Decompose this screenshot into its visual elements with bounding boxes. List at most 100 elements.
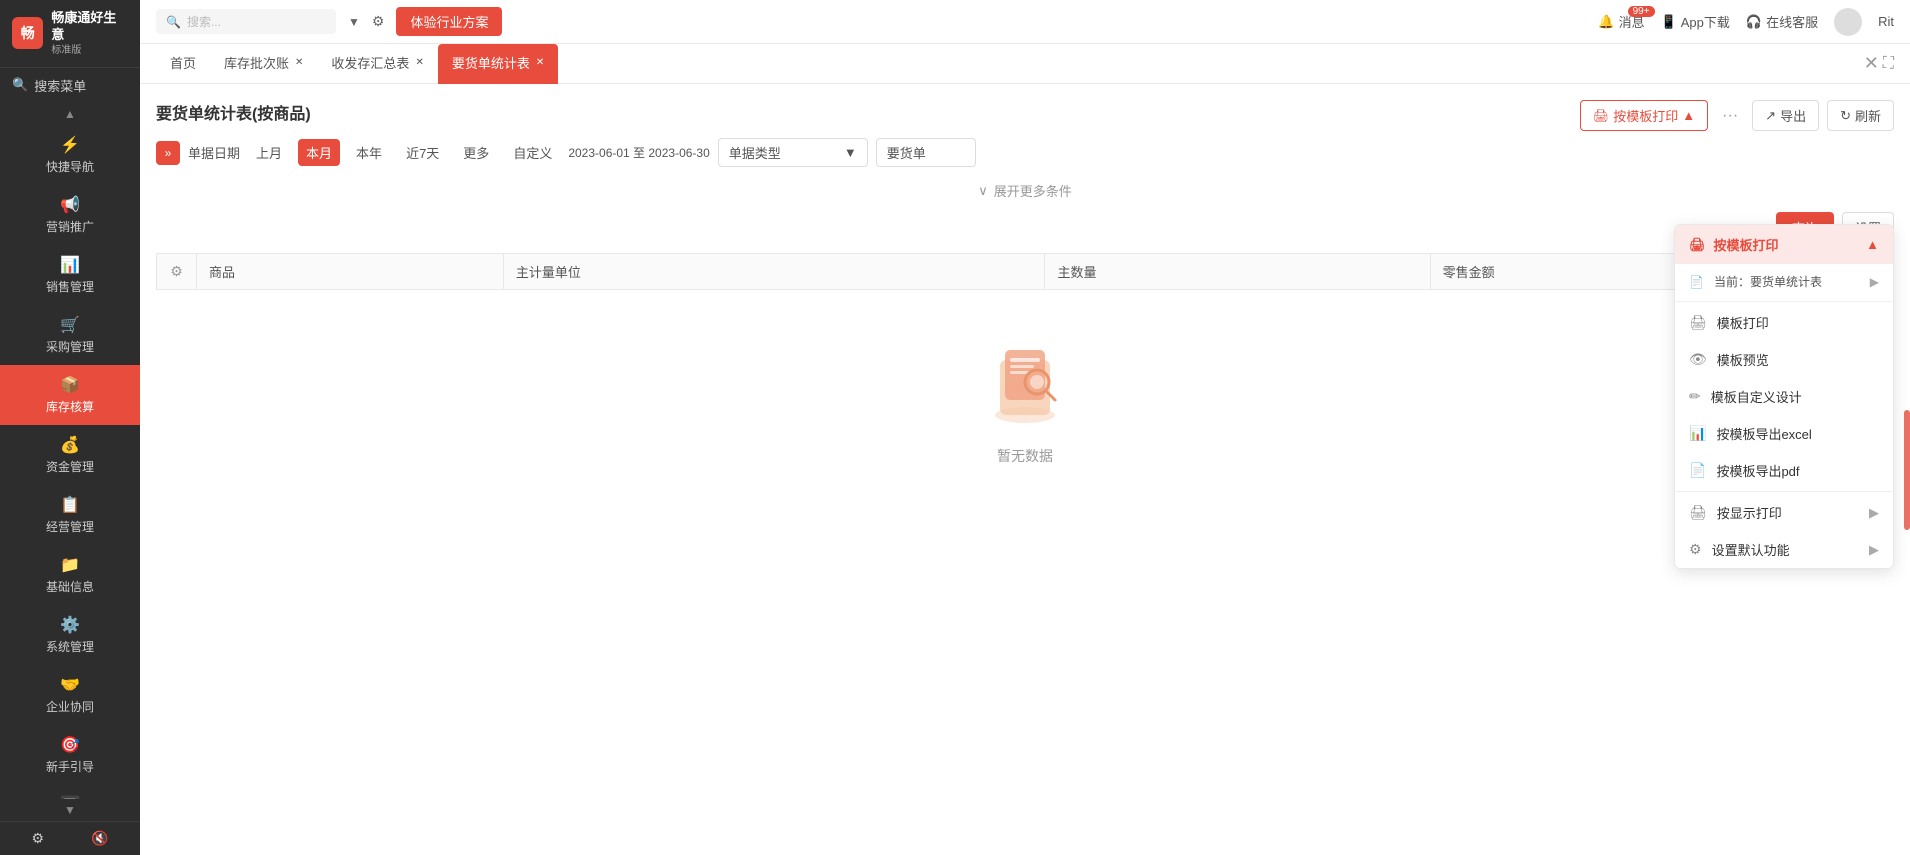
online-service-btn[interactable]: 🎧 在线客服 [1746,12,1818,31]
kucun-icon: 📦 [60,375,80,395]
dropdown-current-arrow: ▶ [1870,275,1879,289]
template-custom-icon: ✏ [1689,388,1701,405]
more-btn[interactable]: ··· [1716,103,1744,129]
tab-close-yaohuo[interactable]: ✕ [536,57,544,68]
print-template-button[interactable]: 🖨 按模板打印 ▲ [1580,100,1708,131]
template-print-icon: 🖨 [1689,314,1707,331]
date-this-year-btn[interactable]: 本年 [348,139,390,166]
xiaoshou-icon: 📊 [60,255,80,275]
sidebar-item-kuaijie[interactable]: ⚡ 快捷导航 [0,125,140,185]
app-download-btn[interactable]: 📱 App下载 [1661,12,1730,31]
tab-yaohuo[interactable]: 要货单统计表 ✕ [438,44,558,84]
col-quantity: 主数量 [1045,254,1430,290]
settings-icon[interactable]: ⚙ [32,830,45,847]
jichu-icon: 📁 [60,555,80,575]
select-arrow-icon: ▼ [844,145,857,160]
col-product: 商品 [197,254,504,290]
user-avatar[interactable] [1834,8,1862,36]
sidebar-scroll-down[interactable]: ▼ [0,799,140,821]
dropdown-template-custom[interactable]: ✏ 模板自定义设计 [1675,378,1893,415]
col-unit: 主计量单位 [503,254,1045,290]
tab-shoudahuizongbiao[interactable]: 收发存汇总表 ✕ [317,44,437,84]
tab-close-kucunpizhanghang[interactable]: ✕ [295,57,303,68]
jingying-icon: 📋 [60,495,80,515]
tab-close-all-btn[interactable]: ✕ [1864,53,1879,74]
tab-expand-btn[interactable]: ⛶ [1883,55,1894,73]
headset-icon: 🎧 [1746,14,1762,30]
sidebar-item-xitong[interactable]: ⚙️ 系统管理 [0,605,140,665]
phone-icon: 📱 [1661,14,1677,30]
refresh-icon: ↻ [1840,108,1851,124]
sidebar-item-jichu[interactable]: 📁 基础信息 [0,545,140,605]
empty-text: 暂无数据 [997,446,1053,466]
col-settings[interactable]: ⚙ [157,254,197,290]
order-type-select[interactable]: 单据类型 ▼ [718,138,868,167]
search-icon: 🔍 [12,77,28,93]
date-more-btn[interactable]: 更多 [455,139,497,166]
filter-expand-button[interactable]: » [156,141,180,165]
trial-button[interactable]: 体验行业方案 [396,7,502,36]
date-this-month-btn[interactable]: 本月 [298,139,340,166]
sidebar-item-kucun[interactable]: 📦 库存核算 [0,365,140,425]
notification-icon: 🔔 [1598,14,1614,30]
date-custom-btn[interactable]: 自定义 [505,139,560,166]
template-preview-icon: 👁 [1689,351,1707,368]
dropdown-display-print[interactable]: 🖨 按显示打印 ▶ [1675,494,1893,531]
expand-more-bar[interactable]: ∨ 展开更多条件 [156,175,1894,206]
action-bar: 🖨 按模板打印 ▲ ··· ↗ 导出 ↻ 刷新 [1580,100,1894,131]
sidebar-item-xinshou[interactable]: 🎯 新手引导 [0,725,140,785]
tab-bar: 首页 库存批次账 ✕ 收发存汇总表 ✕ 要货单统计表 ✕ ✕ ⛶ [140,44,1910,84]
dropdown-print-icon: 🖨 [1689,237,1706,253]
sidebar-item-caigou[interactable]: 🛒 采购管理 [0,305,140,365]
dropdown-close-icon[interactable]: ▲ [1866,237,1879,252]
notification-badge: 99+ [1628,6,1655,17]
dropdown-set-default[interactable]: ⚙ 设置默认功能 ▶ [1675,531,1893,568]
empty-state: 暂无数据 [157,290,1894,506]
sidebar-item-qiye[interactable]: 🤝 企业协同 [0,665,140,725]
header-dropdown-btn[interactable]: ▼ [348,15,360,29]
header-gear-icon[interactable]: ⚙ [372,13,385,30]
sidebar-logo: 畅 畅康通好生意 标准版 [0,0,140,68]
sidebar-search[interactable]: 🔍 搜索菜单 [0,68,140,103]
dropdown-doc-icon: 📄 [1689,275,1704,289]
filter-area: » 单据日期 上月 本月 本年 近7天 更多 自定义 2023-06-01 至 … [156,138,1894,167]
main-area: 🔍 搜索... ▼ ⚙ 体验行业方案 🔔 消息 99+ 📱 App下载 🎧 在线… [140,0,1910,855]
template-pdf-icon: 📄 [1689,462,1706,479]
dropdown-template-export-pdf[interactable]: 📄 按模板导出pdf [1675,452,1893,489]
dropdown-template-export-excel[interactable]: 📊 按模板导出excel [1675,415,1893,452]
query-bar: 查询 设置 [156,212,1894,243]
sidebar-item-jingying[interactable]: 📋 经营管理 [0,485,140,545]
display-print-arrow: ▶ [1869,505,1879,521]
zijin-icon: 💰 [60,435,80,455]
top-header: 🔍 搜索... ▼ ⚙ 体验行业方案 🔔 消息 99+ 📱 App下载 🎧 在线… [140,0,1910,44]
username-label[interactable]: Rit [1878,14,1894,29]
dropdown-template-preview[interactable]: 👁 模板预览 [1675,341,1893,378]
scrollbar-indicator[interactable] [1904,410,1910,530]
caigou-icon: 🛒 [60,315,80,335]
dropdown-menu: 🖨 按模板打印 ▲ 📄 当前：要货单统计表 ▶ 🖨 模板打印 👁 模板预览 [1674,224,1894,569]
sidebar-scroll-up[interactable]: ▲ [0,103,140,125]
dropdown-template-print[interactable]: 🖨 模板打印 [1675,304,1893,341]
refresh-button[interactable]: ↻ 刷新 [1827,100,1894,131]
dropdown-divider-1 [1675,301,1893,302]
sidebar-item-yingyong[interactable]: 🔲 应用中心 [0,785,140,799]
date-last-month-btn[interactable]: 上月 [248,139,290,166]
date-label: 单据日期 [188,143,240,162]
date-last7days-btn[interactable]: 近7天 [398,139,447,166]
tab-close-shoudahuizongbiao[interactable]: ✕ [415,57,423,68]
export-button[interactable]: ↗ 导出 [1752,100,1819,131]
table-settings-icon[interactable]: ⚙ [170,263,183,279]
dropdown-current-item[interactable]: 📄 当前：要货单统计表 ▶ [1675,264,1893,299]
yaohuo-filter[interactable]: 要货单 [876,138,976,167]
app-logo-icon: 畅 [12,17,43,49]
sound-icon[interactable]: 🔇 [91,830,108,847]
sidebar-bottom: ⚙ 🔇 [0,821,140,855]
sidebar-item-yingxiao[interactable]: 📢 营销推广 [0,185,140,245]
notification-btn[interactable]: 🔔 消息 99+ [1598,12,1644,31]
sidebar: 畅 畅康通好生意 标准版 🔍 搜索菜单 ▲ ⚡ 快捷导航 📢 营销推广 📊 销售… [0,0,140,855]
tab-kucunpizhanghang[interactable]: 库存批次账 ✕ [210,44,317,84]
sidebar-item-xiaoshou[interactable]: 📊 销售管理 [0,245,140,305]
tab-home[interactable]: 首页 [156,44,210,84]
sidebar-item-zijin[interactable]: 💰 资金管理 [0,425,140,485]
header-search-bar[interactable]: 🔍 搜索... [156,9,336,34]
